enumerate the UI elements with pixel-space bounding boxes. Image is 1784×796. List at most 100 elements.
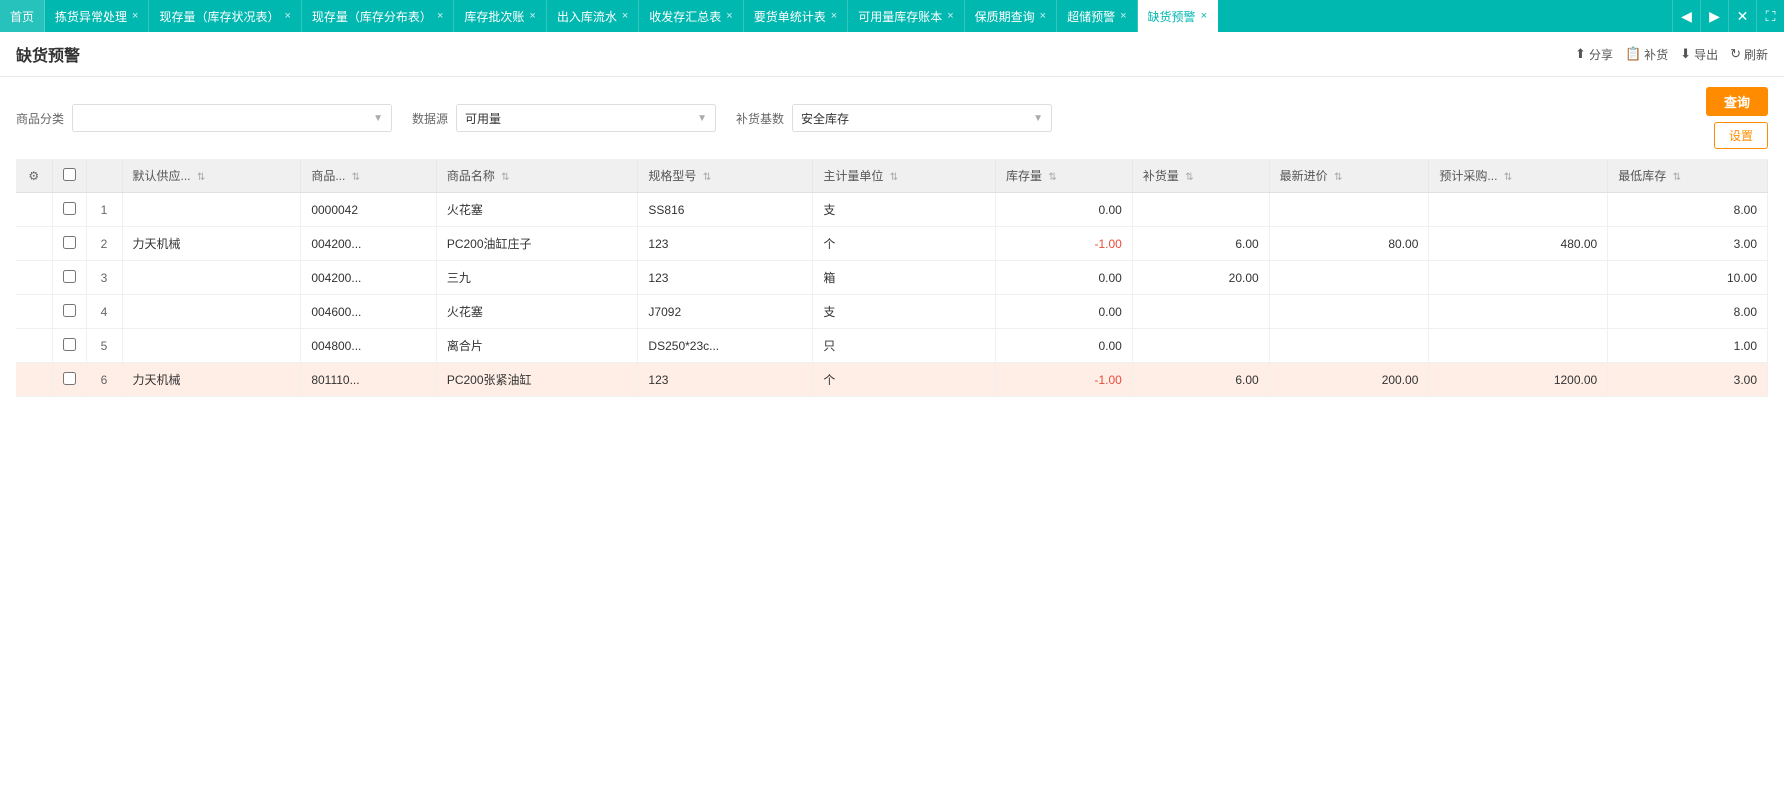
- row-item-code-3: 004600...: [301, 295, 437, 329]
- row-inventory-5: -1.00: [995, 363, 1132, 397]
- col-unit: 主计量单位 ⇅: [813, 159, 996, 193]
- col-checkbox: [52, 159, 86, 193]
- category-label: 商品分类: [16, 110, 64, 127]
- category-select[interactable]: ▼: [72, 104, 392, 132]
- row-checkbox-3[interactable]: [63, 304, 76, 317]
- sort-icon-replenish[interactable]: ⇅: [1185, 172, 1193, 183]
- col-settings: ⚙: [16, 159, 52, 193]
- row-item-name-4: 离合片: [436, 329, 638, 363]
- row-inventory-4: 0.00: [995, 329, 1132, 363]
- sort-icon-min-stock[interactable]: ⇅: [1673, 172, 1681, 183]
- tab-abnormal[interactable]: 拣货异常处理 ×: [45, 0, 149, 32]
- row-replenish-1: 6.00: [1132, 227, 1269, 261]
- close-tab-inventory-status[interactable]: ×: [284, 10, 290, 22]
- row-spec-0: SS816: [638, 193, 813, 227]
- row-supplier-1: 力天机械: [122, 227, 301, 261]
- row-spec-2: 123: [638, 261, 813, 295]
- row-checkbox-0[interactable]: [63, 202, 76, 215]
- tab-expiry-query[interactable]: 保质期查询 ×: [965, 0, 1057, 32]
- close-tab-batch-account[interactable]: ×: [529, 10, 535, 22]
- row-latest-price-4: [1269, 329, 1429, 363]
- row-unit-3: 支: [813, 295, 996, 329]
- datasource-select[interactable]: 可用量 ▼: [456, 104, 716, 132]
- refresh-button[interactable]: ↻ 刷新: [1730, 46, 1768, 63]
- sort-icon-item-name[interactable]: ⇅: [501, 172, 509, 183]
- sort-icon-latest-price[interactable]: ⇅: [1334, 172, 1342, 183]
- page-title: 缺货预警: [16, 42, 80, 66]
- row-min-stock-0: 8.00: [1608, 193, 1768, 227]
- tab-home[interactable]: 首页: [0, 0, 45, 32]
- replenish-icon: 📋: [1625, 46, 1641, 62]
- nav-next-button[interactable]: ▶: [1700, 0, 1728, 32]
- tab-inventory-dist[interactable]: 现存量（库存分布表） ×: [302, 0, 454, 32]
- row-est-purchase-2: [1429, 261, 1608, 295]
- sort-icon-unit[interactable]: ⇅: [890, 172, 898, 183]
- export-icon: ⬇: [1680, 46, 1691, 62]
- row-supplier-5: 力天机械: [122, 363, 301, 397]
- replenish-base-select[interactable]: 安全库存 ▼: [792, 104, 1052, 132]
- close-tab-abnormal[interactable]: ×: [132, 10, 138, 22]
- row-unit-5: 个: [813, 363, 996, 397]
- row-checkbox-2[interactable]: [63, 270, 76, 283]
- sort-icon-est-purchase[interactable]: ⇅: [1504, 172, 1512, 183]
- row-latest-price-1: 80.00: [1269, 227, 1429, 261]
- row-min-stock-5: 3.00: [1608, 363, 1768, 397]
- close-tab-inout-flow[interactable]: ×: [622, 10, 628, 22]
- row-spec-3: J7092: [638, 295, 813, 329]
- top-navigation: 首页 拣货异常处理 × 现存量（库存状况表） × 现存量（库存分布表） × 库存…: [0, 0, 1784, 32]
- sort-icon-item-code[interactable]: ⇅: [352, 172, 360, 183]
- table-row: 2 力天机械 004200... PC200油缸庄子 123 个 -1.00 6…: [16, 227, 1768, 261]
- tab-shortage[interactable]: 缺货预警 ×: [1138, 0, 1218, 32]
- close-tab-overstock[interactable]: ×: [1120, 10, 1126, 22]
- row-checkbox-1[interactable]: [63, 236, 76, 249]
- nav-close-button[interactable]: ✕: [1728, 0, 1756, 32]
- select-all-checkbox[interactable]: [63, 168, 76, 181]
- tab-order-stats[interactable]: 要货单统计表 ×: [744, 0, 848, 32]
- row-min-stock-4: 1.00: [1608, 329, 1768, 363]
- tab-receipt-summary[interactable]: 收发存汇总表 ×: [639, 0, 743, 32]
- row-settings-3: [16, 295, 52, 329]
- nav-maximize-button[interactable]: ⛶: [1756, 0, 1784, 32]
- export-button[interactable]: ⬇ 导出: [1680, 46, 1718, 63]
- tab-batch-account[interactable]: 库存批次账 ×: [454, 0, 546, 32]
- replenish-button[interactable]: 📋 补货: [1625, 46, 1668, 63]
- row-settings-2: [16, 261, 52, 295]
- row-checkbox-4[interactable]: [63, 338, 76, 351]
- close-tab-available-ledger[interactable]: ×: [947, 10, 953, 22]
- page-header: 缺货预警 ⬆ 分享 📋 补货 ⬇ 导出 ↻ 刷新: [0, 32, 1784, 77]
- settings-button[interactable]: 设置: [1714, 122, 1768, 149]
- row-est-purchase-4: [1429, 329, 1608, 363]
- sort-icon-supplier[interactable]: ⇅: [197, 172, 205, 183]
- tab-available-ledger[interactable]: 可用量库存账本 ×: [848, 0, 964, 32]
- close-tab-expiry-query[interactable]: ×: [1040, 10, 1046, 22]
- replenish-base-value: 安全库存: [801, 110, 1029, 127]
- row-num-3: 4: [86, 295, 122, 329]
- table-header-row: ⚙ 默认供应... ⇅ 商品... ⇅ 商品名称: [16, 159, 1768, 193]
- row-item-code-5: 801110...: [301, 363, 437, 397]
- row-min-stock-3: 8.00: [1608, 295, 1768, 329]
- sort-icon-spec[interactable]: ⇅: [703, 172, 711, 183]
- row-num-5: 6: [86, 363, 122, 397]
- row-checkbox-cell-3: [52, 295, 86, 329]
- tab-overstock[interactable]: 超储预警 ×: [1057, 0, 1137, 32]
- share-button[interactable]: ⬆ 分享: [1575, 46, 1613, 63]
- row-unit-0: 支: [813, 193, 996, 227]
- row-num-4: 5: [86, 329, 122, 363]
- close-tab-receipt-summary[interactable]: ×: [726, 10, 732, 22]
- tab-inventory-status[interactable]: 现存量（库存状况表） ×: [149, 0, 301, 32]
- query-button[interactable]: 查询: [1706, 87, 1768, 116]
- nav-prev-button[interactable]: ◀: [1672, 0, 1700, 32]
- row-checkbox-5[interactable]: [63, 372, 76, 385]
- close-tab-inventory-dist[interactable]: ×: [437, 10, 443, 22]
- row-inventory-0: 0.00: [995, 193, 1132, 227]
- col-min-stock: 最低库存 ⇅: [1608, 159, 1768, 193]
- tab-inout-flow[interactable]: 出入库流水 ×: [547, 0, 639, 32]
- row-num-1: 2: [86, 227, 122, 261]
- settings-gear-icon[interactable]: ⚙: [28, 169, 39, 183]
- close-tab-shortage[interactable]: ×: [1201, 10, 1207, 22]
- close-tab-order-stats[interactable]: ×: [831, 10, 837, 22]
- row-item-name-3: 火花塞: [436, 295, 638, 329]
- datasource-dropdown-icon: ▼: [697, 113, 707, 124]
- row-replenish-4: [1132, 329, 1269, 363]
- sort-icon-inventory[interactable]: ⇅: [1048, 172, 1056, 183]
